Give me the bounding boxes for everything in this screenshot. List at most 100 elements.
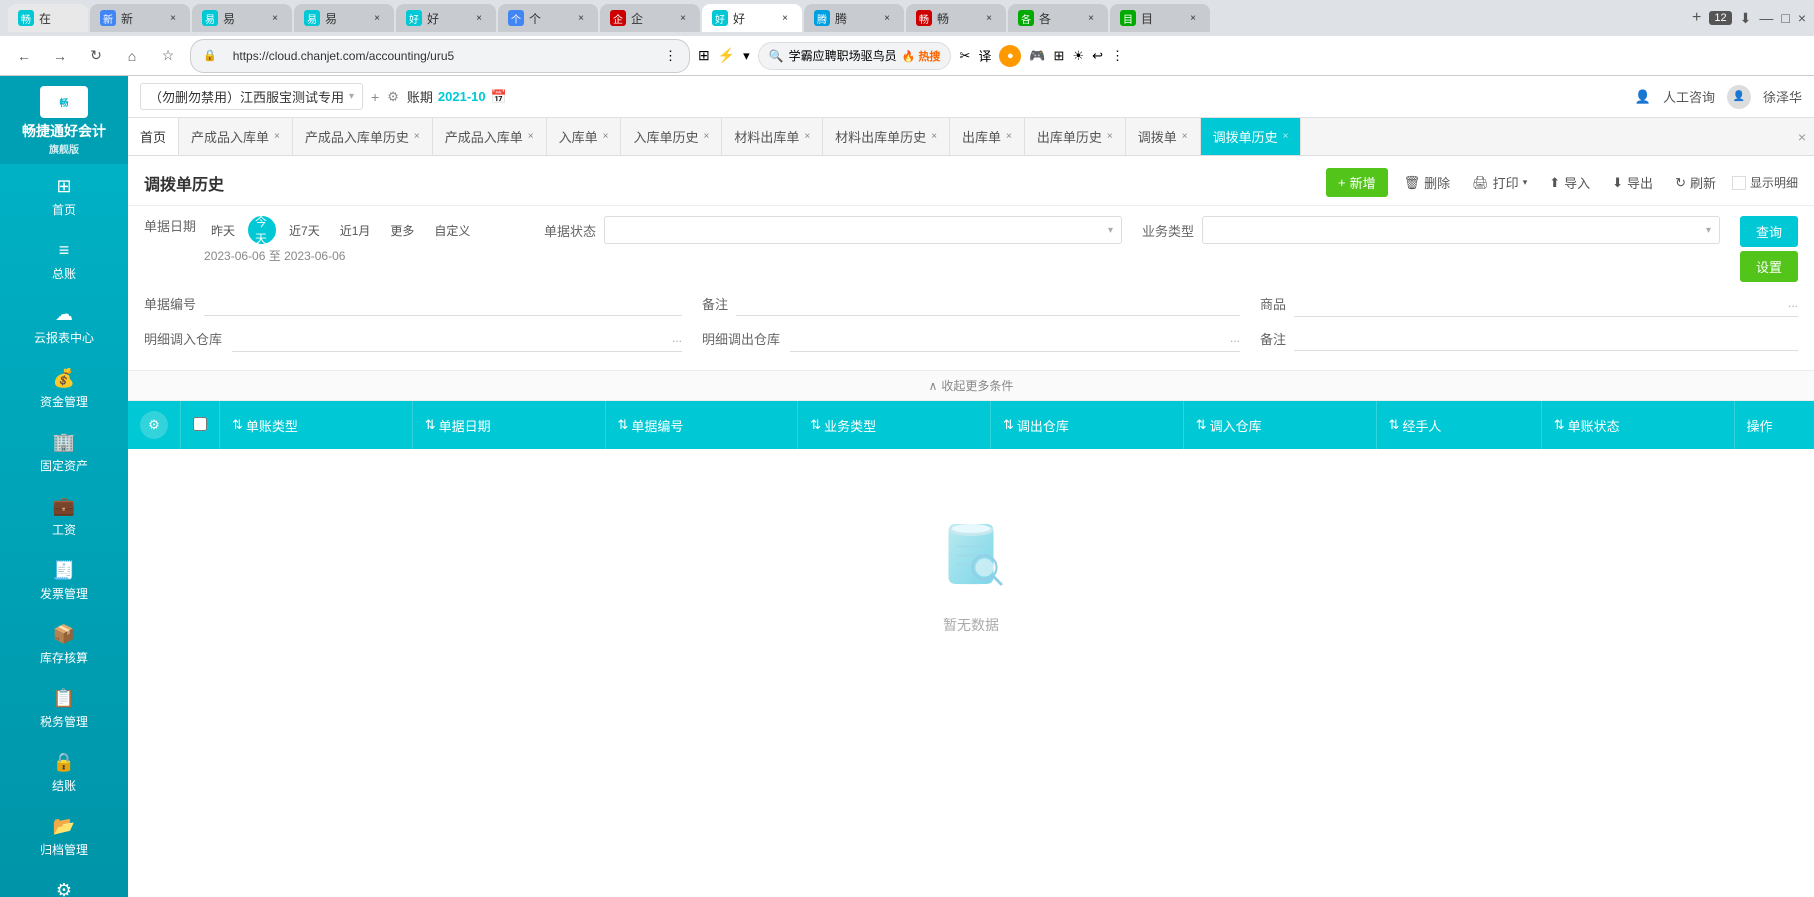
date-btn-custom[interactable]: 自定义 bbox=[427, 219, 477, 242]
page-tab-stock-out-history[interactable]: 出库单历史 × bbox=[1025, 118, 1126, 156]
page-tab-finished-goods-in2[interactable]: 产成品入库单 × bbox=[433, 118, 547, 156]
browser-tab-1[interactable]: 新 新 × bbox=[90, 4, 190, 32]
browser-tab-2[interactable]: 易 易 × bbox=[192, 4, 292, 32]
close-browser-btn[interactable]: × bbox=[1798, 10, 1806, 26]
date-btn-7days[interactable]: 近7天 bbox=[282, 219, 327, 242]
page-tab-stock-in-close[interactable]: × bbox=[603, 131, 609, 142]
detail-in-input[interactable] bbox=[232, 325, 672, 351]
sidebar-item-inventory[interactable]: 📦 库存核算 bbox=[0, 612, 128, 676]
sidebar-item-payroll[interactable]: 💼 工资 bbox=[0, 484, 128, 548]
detail-out-input[interactable] bbox=[790, 325, 1230, 351]
import-btn[interactable]: ⬆ 导入 bbox=[1543, 169, 1596, 196]
game-icon[interactable]: 🎮 bbox=[1029, 48, 1045, 64]
detail-in-picker-icon[interactable]: ... bbox=[672, 331, 682, 345]
biztype-dropdown[interactable]: ▾ bbox=[1202, 216, 1720, 244]
sidebar-item-home[interactable]: ⊞ 首页 bbox=[0, 164, 128, 228]
sidebar-item-invoice[interactable]: 🧾 发票管理 bbox=[0, 548, 128, 612]
page-tab-stock-in[interactable]: 入库单 × bbox=[547, 118, 622, 156]
sidebar-item-fixed-assets[interactable]: 🏢 固定资产 bbox=[0, 420, 128, 484]
sidebar-item-archive[interactable]: 📂 归档管理 bbox=[0, 804, 128, 868]
browser-tab-7[interactable]: 好 好 × bbox=[702, 4, 802, 32]
page-tab-stock-in-history[interactable]: 入库单历史 × bbox=[621, 118, 722, 156]
collapse-bar[interactable]: ∧ 收起更多条件 bbox=[128, 370, 1814, 401]
show-cols-toggle[interactable]: 显示明细 bbox=[1732, 174, 1798, 191]
th-handler[interactable]: ⇅ 经手人 bbox=[1376, 401, 1541, 449]
th-settings[interactable]: ⚙ bbox=[128, 401, 181, 449]
th-out-warehouse[interactable]: ⇅ 调出仓库 bbox=[991, 401, 1184, 449]
dropdown-arrow[interactable]: ▾ bbox=[743, 48, 750, 64]
table-settings-gear[interactable]: ⚙ bbox=[140, 411, 168, 439]
tab-close-2[interactable]: × bbox=[268, 11, 282, 25]
sidebar-item-closing[interactable]: 🔒 结账 bbox=[0, 740, 128, 804]
export-btn[interactable]: ⬇ 导出 bbox=[1606, 169, 1659, 196]
page-tab-transfer[interactable]: 调拨单 × bbox=[1126, 118, 1201, 156]
page-tab-stock-out-close[interactable]: × bbox=[1006, 131, 1012, 142]
calendar-icon[interactable]: 📅 bbox=[491, 89, 507, 105]
add-btn[interactable]: + 新增 bbox=[1326, 168, 1388, 197]
sidebar-item-funds[interactable]: 💰 资金管理 bbox=[0, 356, 128, 420]
sidebar-item-settings[interactable]: ⚙ 基础设置 bbox=[0, 868, 128, 897]
site-info-icon[interactable]: ⋮ bbox=[664, 48, 677, 64]
back-btn[interactable]: ← bbox=[10, 42, 38, 70]
more-btn[interactable]: ⋮ bbox=[1111, 48, 1124, 64]
forward-btn[interactable]: → bbox=[46, 42, 74, 70]
tab-close-7[interactable]: × bbox=[778, 11, 792, 25]
tab-close-5[interactable]: × bbox=[574, 11, 588, 25]
address-input[interactable] bbox=[221, 42, 660, 70]
page-tab-material-out[interactable]: 材料出库单 × bbox=[722, 118, 823, 156]
delete-btn[interactable]: 🗑 删除 bbox=[1398, 169, 1457, 196]
undo-icon[interactable]: ↩ bbox=[1092, 48, 1103, 64]
sidebar-item-ledger[interactable]: ≡ 总账 bbox=[0, 228, 128, 292]
th-doc-type[interactable]: ⇅ 单账类型 bbox=[220, 401, 413, 449]
close-all-tabs-btn[interactable]: × bbox=[1790, 129, 1814, 145]
browser-tab-5[interactable]: 个 个 × bbox=[498, 4, 598, 32]
tab-close-4[interactable]: × bbox=[472, 11, 486, 25]
th-checkbox[interactable] bbox=[181, 401, 220, 449]
date-btn-today[interactable]: 今天 bbox=[248, 216, 276, 244]
date-btn-more[interactable]: 更多 bbox=[383, 219, 421, 242]
bookmark-btn[interactable]: ☆ bbox=[154, 42, 182, 70]
page-tab-finished-goods-in2-close[interactable]: × bbox=[528, 131, 534, 142]
maximize-btn[interactable]: □ bbox=[1781, 10, 1789, 26]
tab-close-1[interactable]: × bbox=[166, 11, 180, 25]
grid-icon[interactable]: ⊞ bbox=[1054, 48, 1065, 64]
sidebar-item-reports[interactable]: ☁ 云报表中心 bbox=[0, 292, 128, 356]
browser-tab-4[interactable]: 好 好 × bbox=[396, 4, 496, 32]
detail-note-input[interactable] bbox=[1294, 325, 1798, 351]
tab-close-9[interactable]: × bbox=[982, 11, 996, 25]
brightness-icon[interactable]: ☀ bbox=[1072, 48, 1084, 64]
page-tab-finished-goods-in-history-close[interactable]: × bbox=[414, 131, 420, 142]
page-tab-finished-goods-in-close[interactable]: × bbox=[274, 131, 280, 142]
page-tab-transfer-close[interactable]: × bbox=[1182, 131, 1188, 142]
tab-close-3[interactable]: × bbox=[370, 11, 384, 25]
browser-tab-11[interactable]: 目 目 × bbox=[1110, 4, 1210, 32]
refresh-btn[interactable]: ↻ bbox=[82, 42, 110, 70]
translate-icon[interactable]: 译 bbox=[978, 46, 991, 65]
service-label[interactable]: 人工咨询 bbox=[1663, 87, 1715, 106]
page-tab-finished-goods-in[interactable]: 产成品入库单 × bbox=[179, 118, 293, 156]
browser-tab-8[interactable]: 腾 腾 × bbox=[804, 4, 904, 32]
tab-close-6[interactable]: × bbox=[676, 11, 690, 25]
th-in-warehouse[interactable]: ⇅ 调入仓库 bbox=[1183, 401, 1376, 449]
page-tab-home[interactable]: 首页 bbox=[128, 118, 179, 156]
page-tab-material-out-close[interactable]: × bbox=[804, 131, 810, 142]
goods-input[interactable] bbox=[1294, 290, 1788, 316]
refresh-page-btn[interactable]: ↻ 刷新 bbox=[1669, 169, 1722, 196]
search-btn[interactable]: 查询 bbox=[1740, 216, 1798, 247]
goods-picker-icon[interactable]: ... bbox=[1788, 296, 1798, 310]
tab-close-11[interactable]: × bbox=[1186, 11, 1200, 25]
date-btn-yesterday[interactable]: 昨天 bbox=[204, 219, 242, 242]
settings-gear-icon[interactable]: ⚙ bbox=[387, 89, 399, 105]
user-label[interactable]: 徐泽华 bbox=[1763, 87, 1802, 106]
sidebar-item-tax[interactable]: 📋 税务管理 bbox=[0, 676, 128, 740]
browser-tab-chanjet[interactable]: 畅 在 bbox=[8, 4, 88, 32]
filter-settings-btn[interactable]: 设置 bbox=[1740, 251, 1798, 282]
th-biz-type[interactable]: ⇅ 业务类型 bbox=[798, 401, 991, 449]
browser-tab-10[interactable]: 各 各 × bbox=[1008, 4, 1108, 32]
company-selector[interactable]: （勿删勿禁用）江西服宝测试专用 ▾ bbox=[140, 83, 363, 110]
add-company-btn[interactable]: + bbox=[371, 89, 379, 105]
wallet-icon[interactable]: ● bbox=[999, 45, 1021, 67]
new-tab-btn[interactable]: + bbox=[1692, 9, 1701, 27]
page-tab-stock-out[interactable]: 出库单 × bbox=[950, 118, 1025, 156]
lightning-icon[interactable]: ⚡ bbox=[718, 47, 735, 64]
